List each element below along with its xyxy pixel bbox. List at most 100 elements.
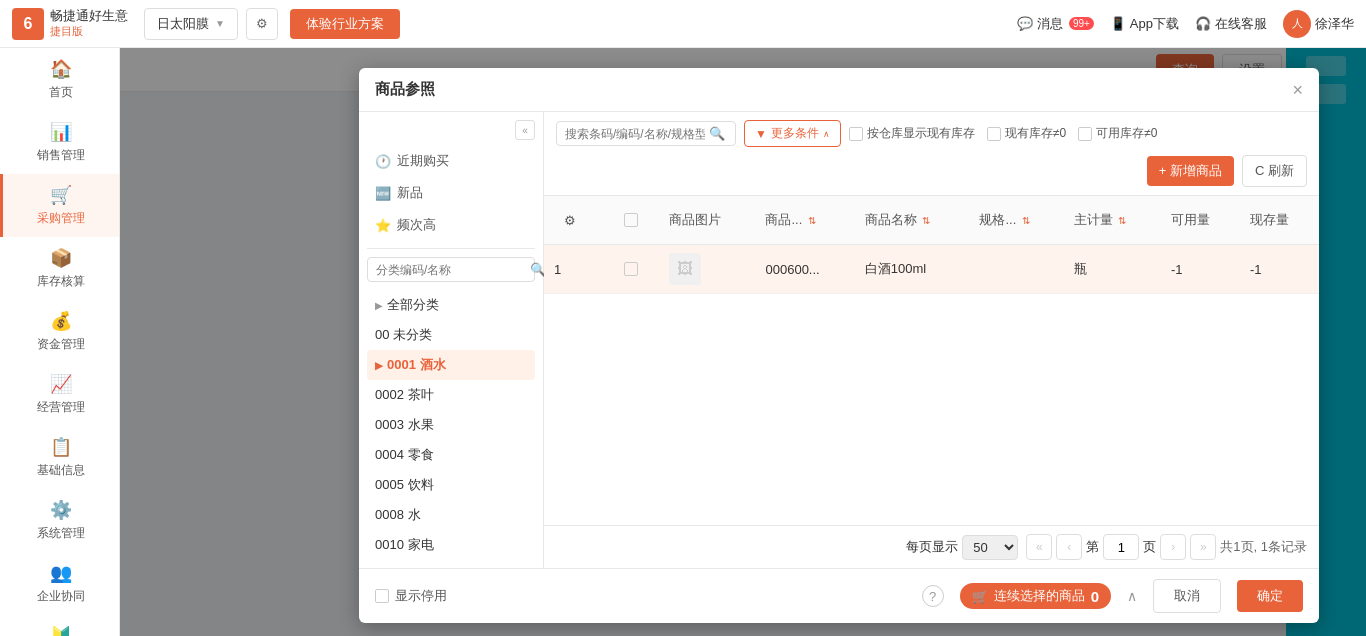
more-filter-button[interactable]: ▼ 更多条件 ∧ xyxy=(744,120,841,147)
quick-btn-frequent[interactable]: ⭐ 频次高 xyxy=(367,210,535,240)
checkbox-available-stock[interactable]: 可用库存≠0 xyxy=(1078,125,1157,142)
sidebar-item-purchase[interactable]: 🛒 采购管理 xyxy=(0,174,119,237)
row-checkbox[interactable] xyxy=(624,262,638,276)
sidebar-item-finance[interactable]: 💰 资金管理 xyxy=(0,300,119,363)
modal-footer: 显示停用 ? 🛒 连续选择的商品 0 ∧ 取消 确定 xyxy=(359,568,1319,623)
th-settings[interactable]: ⚙ xyxy=(544,196,614,245)
table-toolbar: 🔍 ▼ 更多条件 ∧ 按仓库显示现有库存 xyxy=(544,112,1319,196)
new-icon: 🆕 xyxy=(375,186,391,201)
category-0002[interactable]: 0002 茶叶 xyxy=(367,380,535,410)
cart-collapse-button[interactable]: ∧ xyxy=(1127,588,1137,604)
settings-nav-button[interactable]: ⚙ xyxy=(246,8,278,40)
row-checkbox-cell[interactable] xyxy=(614,245,660,294)
sidebar-item-guide[interactable]: 🔰 新手引导 xyxy=(0,615,119,636)
left-panel: « 🕐 近期购买 🆕 新品 ⭐ 频次高 xyxy=(359,112,544,568)
table-settings-icon[interactable]: ⚙ xyxy=(554,204,586,236)
category-0005[interactable]: 0005 饮料 xyxy=(367,470,535,500)
next-page-button[interactable]: › xyxy=(1160,534,1186,560)
select-all-checkbox[interactable] xyxy=(624,213,638,227)
sidebar-label-inventory: 库存核算 xyxy=(37,273,85,290)
checkbox-current-stock[interactable]: 现有库存≠0 xyxy=(987,125,1066,142)
help-button[interactable]: ? xyxy=(922,585,944,607)
category-0003[interactable]: 0003 水果 xyxy=(367,410,535,440)
th-checkbox[interactable] xyxy=(614,196,660,245)
category-0008-label: 0008 水 xyxy=(375,506,421,524)
product-search-box[interactable]: 🔍 xyxy=(556,121,736,146)
category-0001[interactable]: ▶ 0001 酒水 xyxy=(367,350,535,380)
row-spec-cell xyxy=(969,245,1063,294)
first-page-button[interactable]: « xyxy=(1026,534,1052,560)
category-search[interactable]: 🔍 xyxy=(367,257,535,282)
th-name[interactable]: 商品名称 ⇅ xyxy=(855,196,970,245)
category-all[interactable]: ▶ 全部分类 xyxy=(367,290,535,320)
category-search-input[interactable] xyxy=(376,263,526,277)
cart-area[interactable]: 🛒 连续选择的商品 0 xyxy=(960,583,1111,609)
table-row[interactable]: 1 🖼 000600... 白酒100ml xyxy=(544,245,1319,294)
category-0008[interactable]: 0008 水 xyxy=(367,500,535,530)
category-tree: ▶ 全部分类 00 未分类 ▶ 0001 酒水 0002 茶叶 xyxy=(367,290,535,560)
collapse-left-panel-button[interactable]: « xyxy=(515,120,535,140)
search-icon: 🔍 xyxy=(709,126,725,141)
product-table-container: ⚙ 商品图片 商品... ⇅ xyxy=(544,196,1319,525)
table-head: ⚙ 商品图片 商品... ⇅ xyxy=(544,196,1319,245)
cb-box-1 xyxy=(849,127,863,141)
prev-page-button[interactable]: ‹ xyxy=(1056,534,1082,560)
checkbox-warehouse-stock[interactable]: 按仓库显示现有库存 xyxy=(849,125,975,142)
show-disabled-checkbox[interactable] xyxy=(375,589,389,603)
category-00[interactable]: 00 未分类 xyxy=(367,320,535,350)
sidebar-label-sales: 销售管理 xyxy=(37,147,85,164)
total-info: 共1页, 1条记录 xyxy=(1220,538,1307,556)
confirm-button[interactable]: 确定 xyxy=(1237,580,1303,612)
sidebar-label-home: 首页 xyxy=(49,84,73,101)
finance-icon: 💰 xyxy=(50,310,72,332)
user-menu[interactable]: 人 徐泽华 xyxy=(1283,10,1354,38)
notifications-label: 消息 xyxy=(1037,15,1063,33)
category-all-label: 全部分类 xyxy=(387,296,439,314)
th-current: 现存量 xyxy=(1240,196,1319,245)
guide-icon: 🔰 xyxy=(50,625,72,636)
sidebar-item-home[interactable]: 🏠 首页 xyxy=(0,48,119,111)
headset-icon: 🎧 xyxy=(1195,16,1211,31)
quick-btn-new[interactable]: 🆕 新品 xyxy=(367,178,535,208)
category-0001-label: 0001 酒水 xyxy=(387,356,446,374)
modal-close-button[interactable]: × xyxy=(1292,81,1303,99)
page-number-input[interactable] xyxy=(1103,534,1139,560)
table-body: 1 🖼 000600... 白酒100ml xyxy=(544,245,1319,294)
cancel-button[interactable]: 取消 xyxy=(1153,579,1221,613)
sidebar-label-purchase: 采购管理 xyxy=(37,210,85,227)
page-size-select[interactable]: 20 50 100 xyxy=(962,535,1018,560)
category-0010[interactable]: 0010 家电 xyxy=(367,530,535,560)
purchase-icon: 🛒 xyxy=(50,184,72,206)
online-service-button[interactable]: 🎧 在线客服 xyxy=(1195,15,1267,33)
sidebar-item-basic-info[interactable]: 📋 基础信息 xyxy=(0,426,119,489)
th-image: 商品图片 xyxy=(659,196,755,245)
trial-button[interactable]: 体验行业方案 xyxy=(290,9,400,39)
refresh-button[interactable]: C 刷新 xyxy=(1242,155,1307,187)
category-0004[interactable]: 0004 零食 xyxy=(367,440,535,470)
product-search-input[interactable] xyxy=(565,127,705,141)
sidebar-item-inventory[interactable]: 📦 库存核算 xyxy=(0,237,119,300)
avatar: 人 xyxy=(1283,10,1311,38)
sidebar-item-system[interactable]: ⚙️ 系统管理 xyxy=(0,489,119,552)
cb-label-2: 现有库存≠0 xyxy=(1005,125,1066,142)
cb-label-1: 按仓库显示现有库存 xyxy=(867,125,975,142)
sidebar-label-finance: 资金管理 xyxy=(37,336,85,353)
message-icon: 💬 xyxy=(1017,16,1033,31)
notifications-button[interactable]: 💬 消息 99+ xyxy=(1017,15,1094,33)
last-page-button[interactable]: » xyxy=(1190,534,1216,560)
show-disabled-area[interactable]: 显示停用 xyxy=(375,587,447,605)
th-spec[interactable]: 规格... ⇅ xyxy=(969,196,1063,245)
page-label: 第 xyxy=(1086,538,1099,556)
page-size-selector[interactable]: 每页显示 20 50 100 xyxy=(906,535,1018,560)
sidebar-item-operations[interactable]: 📈 经营管理 xyxy=(0,363,119,426)
add-product-button[interactable]: + 新增商品 xyxy=(1147,156,1234,186)
th-code[interactable]: 商品... ⇅ xyxy=(755,196,854,245)
sidebar-item-cooperation[interactable]: 👥 企业协同 xyxy=(0,552,119,615)
row-name-cell: 白酒100ml xyxy=(855,245,970,294)
nav-dropdown[interactable]: 日太阳膜 ▼ xyxy=(144,8,238,40)
app-download-button[interactable]: 📱 App下载 xyxy=(1110,15,1179,33)
sidebar-item-sales[interactable]: 📊 销售管理 xyxy=(0,111,119,174)
quick-btn-recent[interactable]: 🕐 近期购买 xyxy=(367,146,535,176)
row-image-cell: 🖼 xyxy=(659,245,755,294)
th-unit[interactable]: 主计量 ⇅ xyxy=(1064,196,1161,245)
